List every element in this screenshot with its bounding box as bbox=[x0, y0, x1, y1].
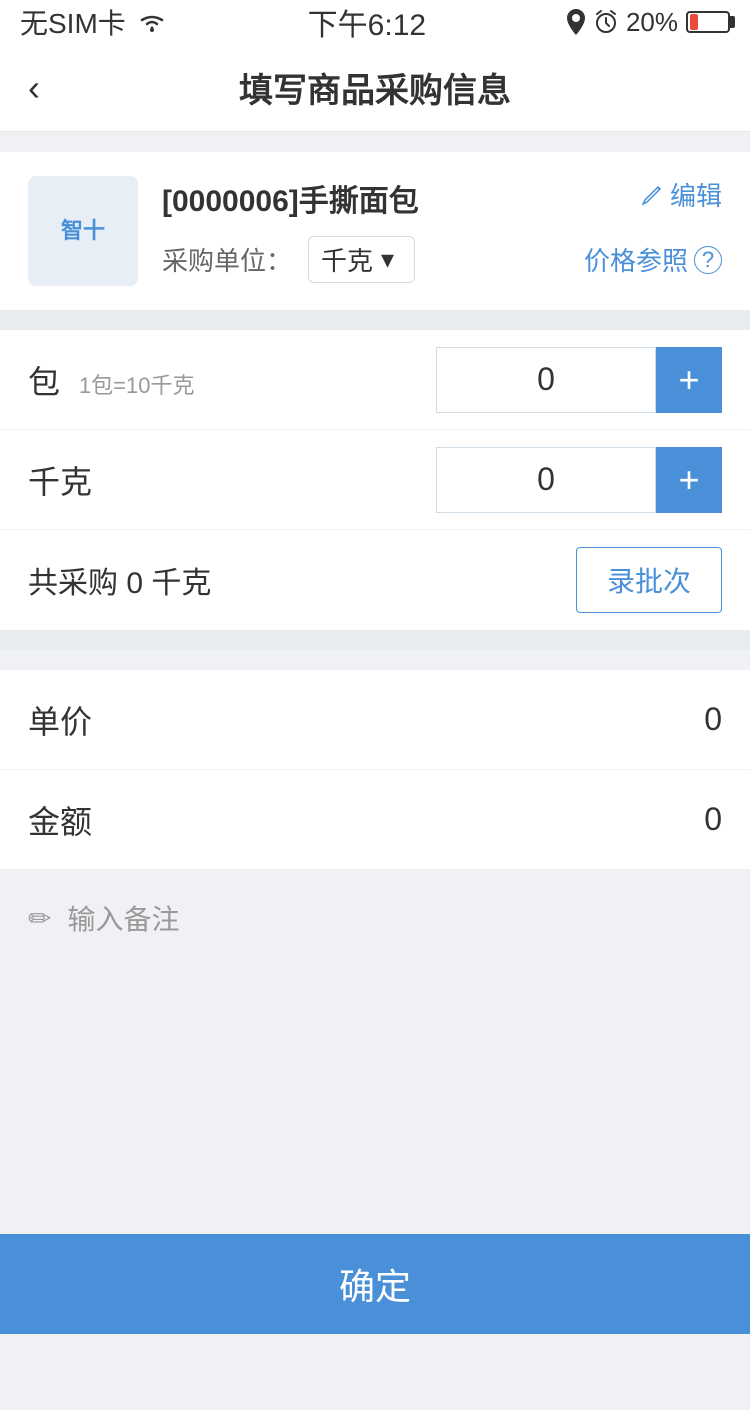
bag-quantity-input[interactable] bbox=[436, 347, 656, 413]
unit-price-value: 0 bbox=[704, 701, 722, 738]
back-button[interactable]: ‹ bbox=[28, 67, 40, 109]
kg-plus-button[interactable]: + bbox=[656, 447, 722, 513]
product-thumbnail: 智十 bbox=[28, 176, 138, 286]
status-time: 下午6:12 bbox=[308, 0, 426, 44]
summary-text: 共采购 0 千克 bbox=[28, 558, 211, 602]
bag-plus-button[interactable]: + bbox=[656, 347, 722, 413]
summary-row: 共采购 0 千克 录批次 bbox=[0, 530, 750, 630]
bag-label: 包 1包=10千克 bbox=[28, 357, 436, 403]
remarks-section[interactable]: ✏ 输入备注 bbox=[0, 870, 750, 1070]
price-section: 单价 0 金额 0 bbox=[0, 670, 750, 870]
carrier-label: 无SIM卡 bbox=[20, 2, 126, 42]
kg-label: 千克 bbox=[28, 457, 436, 503]
kg-input-row: 千克 + bbox=[0, 430, 750, 530]
battery-icon bbox=[686, 11, 730, 33]
unit-price-row: 单价 0 bbox=[0, 670, 750, 770]
bag-input-control: + bbox=[436, 347, 722, 413]
price-ref-label: 价格参照 bbox=[584, 241, 688, 278]
remarks-placeholder: 输入备注 bbox=[67, 898, 179, 938]
location-icon bbox=[566, 9, 586, 35]
pencil-icon: ✏ bbox=[28, 902, 51, 935]
price-ref-help-icon: ? bbox=[694, 246, 722, 274]
purchase-unit-row: 采购单位： 千克 ▾ 价格参照 ? bbox=[162, 236, 722, 283]
wifi-icon bbox=[136, 10, 168, 34]
kg-input-control: + bbox=[436, 447, 722, 513]
batch-button[interactable]: 录批次 bbox=[576, 547, 722, 613]
alarm-icon bbox=[594, 9, 618, 35]
edit-icon bbox=[642, 184, 664, 206]
nav-bar: ‹ 填写商品采购信息 bbox=[0, 44, 750, 132]
product-thumb-text: 智十 bbox=[61, 217, 105, 246]
price-ref-button[interactable]: 价格参照 ? bbox=[584, 241, 722, 278]
product-info: [0000006]手撕面包 采购单位： 千克 ▾ 价格参照 ? bbox=[162, 176, 722, 283]
amount-value: 0 bbox=[704, 801, 722, 838]
product-name: [0000006]手撕面包 bbox=[162, 176, 722, 220]
status-right: 20% bbox=[566, 7, 730, 38]
confirm-button[interactable]: 确定 bbox=[0, 1234, 750, 1334]
battery-percent: 20% bbox=[626, 7, 678, 38]
bag-input-row: 包 1包=10千克 + bbox=[0, 330, 750, 430]
remarks-inner: ✏ 输入备注 bbox=[28, 898, 722, 938]
bag-sublabel: 1包=10千克 bbox=[79, 373, 195, 398]
purchase-unit-label: 采购单位： bbox=[162, 241, 292, 278]
status-bar: 无SIM卡 下午6:12 20% bbox=[0, 0, 750, 44]
section-divider-2 bbox=[0, 630, 750, 650]
amount-label: 金额 bbox=[28, 797, 92, 843]
unit-value: 千克 bbox=[321, 241, 373, 278]
unit-price-label: 单价 bbox=[28, 697, 92, 743]
section-divider-1 bbox=[0, 310, 750, 330]
quantity-section: 包 1包=10千克 + 千克 + 共采购 0 千克 录批次 bbox=[0, 330, 750, 630]
page-title: 填写商品采购信息 bbox=[239, 63, 511, 112]
status-left: 无SIM卡 bbox=[20, 2, 168, 42]
amount-row: 金额 0 bbox=[0, 770, 750, 870]
edit-label: 编辑 bbox=[670, 176, 722, 213]
product-card: 智十 [0000006]手撕面包 采购单位： 千克 ▾ 价格参照 ? 编辑 bbox=[0, 152, 750, 310]
dropdown-arrow-icon: ▾ bbox=[381, 244, 394, 275]
unit-select[interactable]: 千克 ▾ bbox=[308, 236, 415, 283]
kg-quantity-input[interactable] bbox=[436, 447, 656, 513]
edit-button[interactable]: 编辑 bbox=[642, 176, 722, 213]
